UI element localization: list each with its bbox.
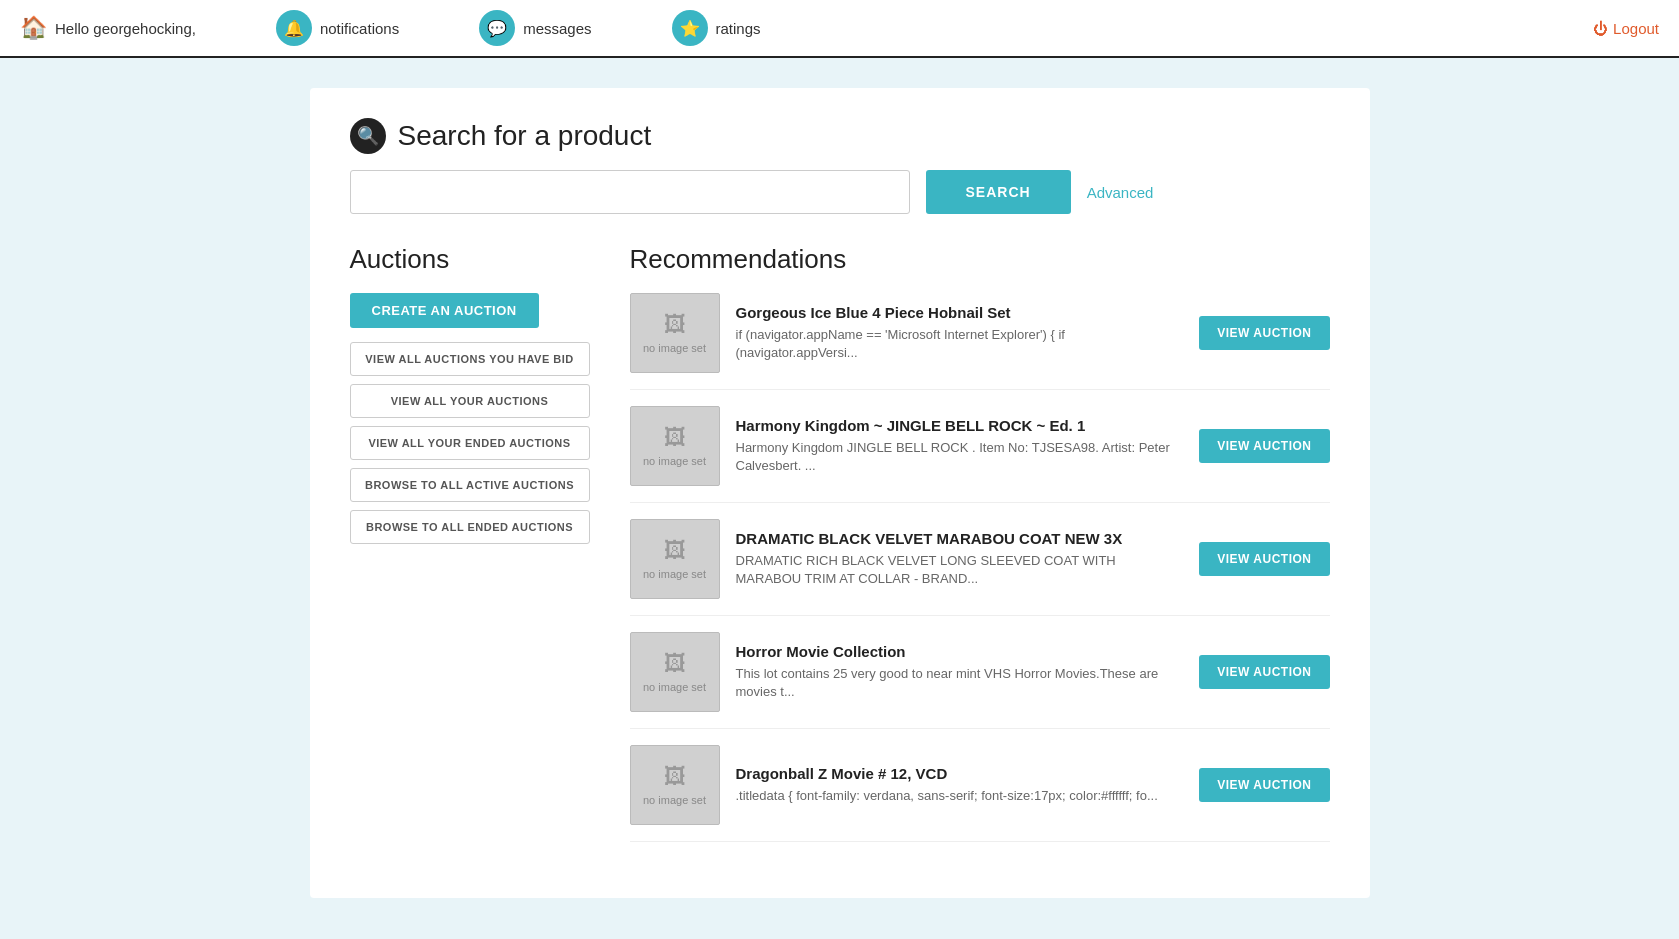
view-auction-button[interactable]: VIEW AUCTION <box>1199 542 1329 576</box>
browse-ended-auctions-button[interactable]: BROWSE TO ALL ENDED AUCTIONS <box>350 510 590 544</box>
auctions-title: Auctions <box>350 244 590 275</box>
image-placeholder-icon: 🖼 <box>664 764 686 790</box>
rec-info: Harmony Kingdom ~ JINGLE BELL ROCK ~ Ed.… <box>736 417 1184 475</box>
no-image-text: no image set <box>643 794 706 806</box>
bell-icon: 🔔 <box>276 10 312 46</box>
image-placeholder-icon: 🖼 <box>664 538 686 564</box>
search-title-row: 🔍 Search for a product <box>350 118 1330 154</box>
message-icon: 💬 <box>479 10 515 46</box>
recommendations-section: Recommendations 🖼 no image set Gorgeous … <box>630 244 1330 858</box>
rec-item-title: DRAMATIC BLACK VELVET MARABOU COAT NEW 3… <box>736 530 1184 547</box>
auctions-sidebar: Auctions CREATE AN AUCTION VIEW ALL AUCT… <box>350 244 590 552</box>
topbar-ratings-label: ratings <box>716 20 761 37</box>
recommendation-item: 🖼 no image set DRAMATIC BLACK VELVET MAR… <box>630 519 1330 616</box>
topbar-ratings[interactable]: ⭐ ratings <box>672 10 761 46</box>
topbar-greeting: Hello georgehocking, <box>55 20 196 37</box>
recommendations-list: 🖼 no image set Gorgeous Ice Blue 4 Piece… <box>630 293 1330 842</box>
no-image-text: no image set <box>643 342 706 354</box>
recommendation-item: 🖼 no image set Dragonball Z Movie # 12, … <box>630 745 1330 842</box>
rec-info: Horror Movie Collection This lot contain… <box>736 643 1184 701</box>
view-auction-button[interactable]: VIEW AUCTION <box>1199 316 1329 350</box>
search-row: SEARCH Advanced <box>350 170 1330 214</box>
view-your-auctions-button[interactable]: VIEW ALL YOUR AUCTIONS <box>350 384 590 418</box>
no-image-text: no image set <box>643 455 706 467</box>
search-input[interactable] <box>350 170 910 214</box>
search-title-text: Search for a product <box>398 120 652 152</box>
recommendations-title: Recommendations <box>630 244 1330 275</box>
rec-info: DRAMATIC BLACK VELVET MARABOU COAT NEW 3… <box>736 530 1184 588</box>
rec-image: 🖼 no image set <box>630 745 720 825</box>
topbar-notifications[interactable]: 🔔 notifications <box>276 10 399 46</box>
rec-image: 🖼 no image set <box>630 632 720 712</box>
power-icon: ⏻ <box>1593 20 1608 37</box>
image-placeholder-icon: 🖼 <box>664 312 686 338</box>
logout-button[interactable]: ⏻ Logout <box>1593 20 1659 37</box>
topbar: 🏠 Hello georgehocking, 🔔 notifications 💬… <box>0 0 1679 58</box>
rec-item-title: Horror Movie Collection <box>736 643 1184 660</box>
main-container: 🔍 Search for a product SEARCH Advanced A… <box>310 88 1370 898</box>
topbar-home[interactable]: 🏠 Hello georgehocking, <box>20 15 196 41</box>
rec-info: Gorgeous Ice Blue 4 Piece Hobnail Set if… <box>736 304 1184 362</box>
rec-image: 🖼 no image set <box>630 293 720 373</box>
topbar-messages-label: messages <box>523 20 591 37</box>
search-icon: 🔍 <box>350 118 386 154</box>
rec-item-title: Harmony Kingdom ~ JINGLE BELL ROCK ~ Ed.… <box>736 417 1184 434</box>
view-bids-button[interactable]: VIEW ALL AUCTIONS YOU HAVE BID <box>350 342 590 376</box>
rec-item-title: Gorgeous Ice Blue 4 Piece Hobnail Set <box>736 304 1184 321</box>
search-button[interactable]: SEARCH <box>926 170 1071 214</box>
logout-label: Logout <box>1613 20 1659 37</box>
search-section: 🔍 Search for a product SEARCH Advanced <box>350 118 1330 214</box>
advanced-link[interactable]: Advanced <box>1087 184 1154 201</box>
no-image-text: no image set <box>643 681 706 693</box>
no-image-text: no image set <box>643 568 706 580</box>
topbar-messages[interactable]: 💬 messages <box>479 10 591 46</box>
create-auction-button[interactable]: CREATE AN AUCTION <box>350 293 539 328</box>
image-placeholder-icon: 🖼 <box>664 425 686 451</box>
rec-info: Dragonball Z Movie # 12, VCD .titledata … <box>736 765 1184 805</box>
content-row: Auctions CREATE AN AUCTION VIEW ALL AUCT… <box>350 244 1330 858</box>
rec-item-title: Dragonball Z Movie # 12, VCD <box>736 765 1184 782</box>
rec-item-desc: .titledata { font-family: verdana, sans-… <box>736 787 1184 805</box>
image-placeholder-icon: 🖼 <box>664 651 686 677</box>
view-auction-button[interactable]: VIEW AUCTION <box>1199 429 1329 463</box>
view-ended-auctions-button[interactable]: VIEW ALL YOUR ENDED AUCTIONS <box>350 426 590 460</box>
rec-image: 🖼 no image set <box>630 406 720 486</box>
topbar-notifications-label: notifications <box>320 20 399 37</box>
recommendation-item: 🖼 no image set Horror Movie Collection T… <box>630 632 1330 729</box>
view-auction-button[interactable]: VIEW AUCTION <box>1199 768 1329 802</box>
recommendation-item: 🖼 no image set Harmony Kingdom ~ JINGLE … <box>630 406 1330 503</box>
view-auction-button[interactable]: VIEW AUCTION <box>1199 655 1329 689</box>
rec-item-desc: DRAMATIC RICH BLACK VELVET LONG SLEEVED … <box>736 552 1184 588</box>
rec-item-desc: Harmony Kingdom JINGLE BELL ROCK . Item … <box>736 439 1184 475</box>
rec-item-desc: if (navigator.appName == 'Microsoft Inte… <box>736 326 1184 362</box>
home-icon: 🏠 <box>20 15 47 41</box>
browse-active-auctions-button[interactable]: BROWSE TO ALL ACTIVE AUCTIONS <box>350 468 590 502</box>
star-icon: ⭐ <box>672 10 708 46</box>
recommendation-item: 🖼 no image set Gorgeous Ice Blue 4 Piece… <box>630 293 1330 390</box>
rec-item-desc: This lot contains 25 very good to near m… <box>736 665 1184 701</box>
rec-image: 🖼 no image set <box>630 519 720 599</box>
